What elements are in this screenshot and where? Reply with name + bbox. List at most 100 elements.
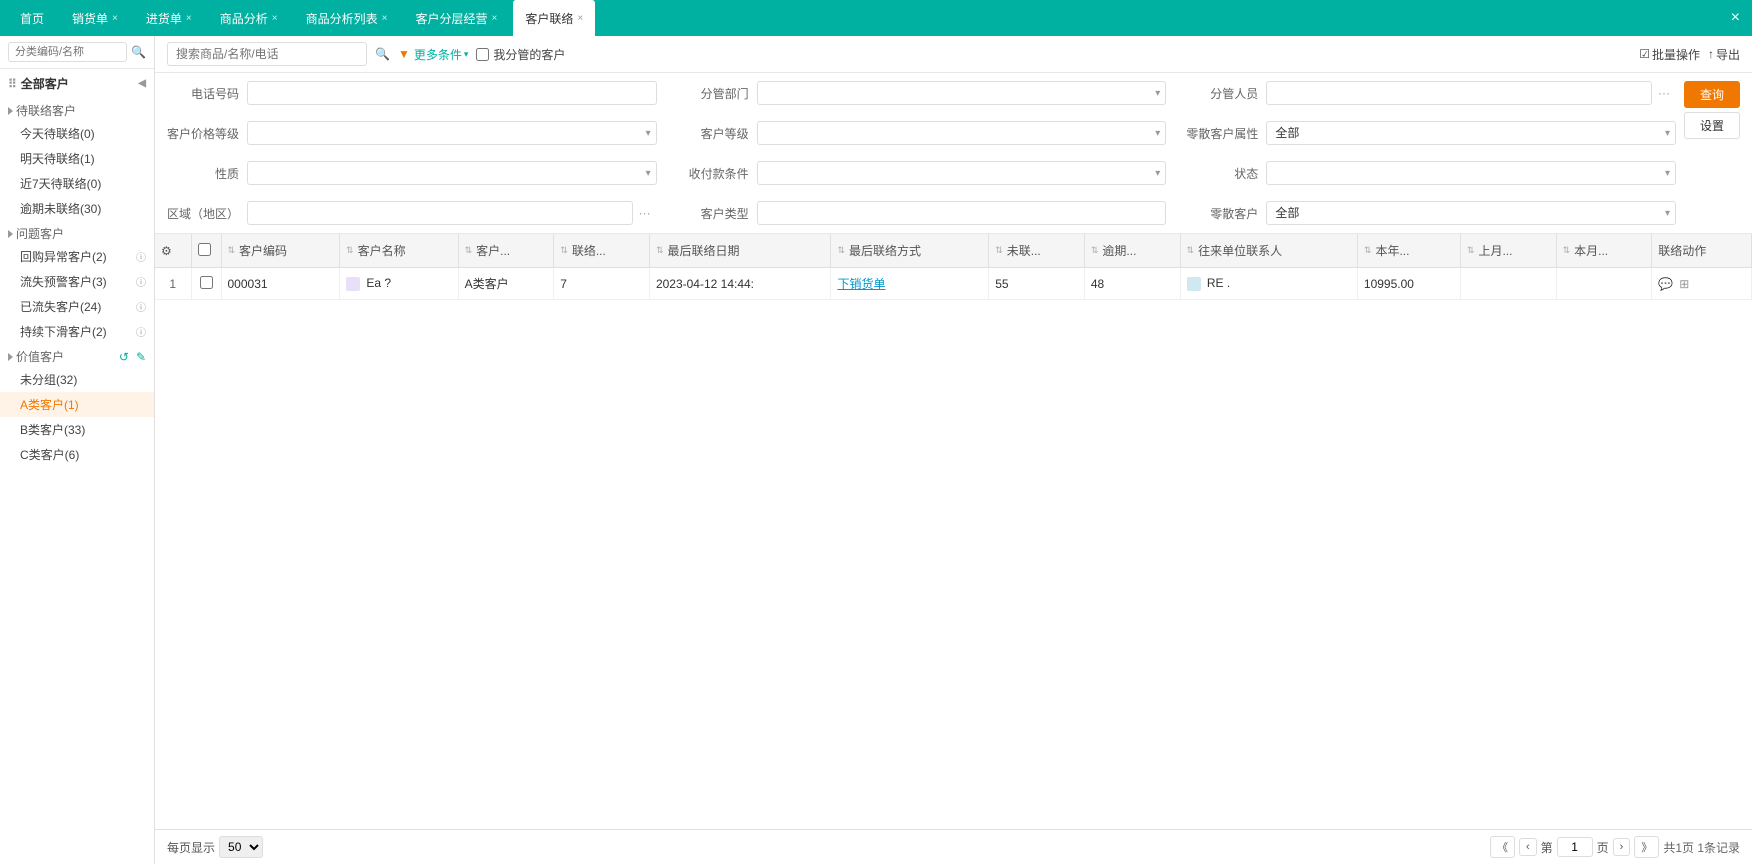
customer-type-input[interactable]	[757, 201, 1167, 225]
customer-type-field: 客户类型	[677, 201, 1167, 225]
nav-product-analysis[interactable]: 商品分析 ×	[208, 0, 290, 36]
sidebar-item-churned[interactable]: 已流失客户(24) ⓘ	[0, 294, 154, 319]
page-number-input[interactable]	[1557, 837, 1593, 857]
manager-more-btn[interactable]: ···	[1652, 82, 1676, 104]
nav-customer-contact[interactable]: 客户联络 ×	[513, 0, 595, 36]
settings-button[interactable]: 设置	[1684, 112, 1740, 139]
customer-avatar	[346, 277, 360, 291]
advanced-filter-panel: 电话号码 分管部门 ▾ 分管人员	[155, 73, 1752, 234]
row-checkbox[interactable]	[200, 276, 213, 289]
close-segment-tab[interactable]: ×	[491, 13, 497, 24]
customer-type-label: 客户类型	[677, 205, 757, 222]
nav-purchase[interactable]: 进货单 ×	[134, 0, 204, 36]
prev-page-btn[interactable]: ‹	[1519, 838, 1537, 856]
nav-home[interactable]: 首页	[8, 0, 56, 36]
retail-attr-select-container: 全部 ▾	[1266, 121, 1676, 145]
payment-select[interactable]	[757, 161, 1167, 185]
phone-input[interactable]	[247, 81, 657, 105]
dept-select[interactable]	[757, 81, 1167, 105]
select-all-checkbox[interactable]	[198, 243, 211, 256]
last-page-btn[interactable]: 》	[1634, 836, 1659, 858]
nature-label: 性质	[167, 165, 247, 182]
sidebar-item-tomorrow[interactable]: 明天待联络(1)	[0, 146, 154, 171]
nature-select[interactable]	[247, 161, 657, 185]
first-page-btn[interactable]: 《	[1490, 836, 1515, 858]
sidebar-search-input[interactable]	[8, 42, 127, 62]
nav-product-analysis-list[interactable]: 商品分析列表 ×	[294, 0, 400, 36]
close-contact-tab[interactable]: ×	[577, 13, 583, 24]
next-page-btn[interactable]: ›	[1613, 838, 1631, 856]
more-conditions-btn[interactable]: ▼ 更多条件 ▾	[398, 46, 468, 63]
dots-icon: ⠿	[8, 77, 17, 91]
col-customer-type: ⇅客户...	[458, 234, 554, 268]
status-field: 状态 ▾	[1186, 161, 1676, 185]
row-uncontacted: 55	[989, 268, 1085, 300]
batch-operation-btn[interactable]: ☑ 批量操作	[1639, 46, 1700, 63]
gear-icon[interactable]: ⚙	[161, 244, 172, 258]
retail-attr-field: 零散客户属性 全部 ▾	[1186, 121, 1676, 145]
row-checkbox-cell	[191, 268, 221, 300]
sidebar-search-icon[interactable]: 🔍	[131, 45, 146, 59]
problem-group-label: 问题客户	[0, 221, 154, 244]
dept-field: 分管部门 ▾	[677, 81, 1167, 105]
contact-type-link[interactable]: 下销货单	[837, 277, 885, 291]
pending-group-label: 待联络客户	[0, 98, 154, 121]
price-grade-select[interactable]	[247, 121, 657, 145]
all-customers-header[interactable]: ⠿ 全部客户 ◀	[0, 69, 154, 98]
grid-icon[interactable]: ⊞	[1679, 277, 1689, 291]
manager-input[interactable]	[1266, 81, 1652, 105]
refresh-icon[interactable]: ↺	[119, 350, 129, 364]
sidebar-item-c-class[interactable]: C类客户(6)	[0, 442, 154, 467]
chevron-down-icon: ▾	[464, 49, 469, 60]
retail-attr-select[interactable]: 全部	[1266, 121, 1676, 145]
main-layout: 🔍 ⠿ 全部客户 ◀ 待联络客户 今天待联络(0) 明天待联络(1) 近7天待联…	[0, 36, 1752, 864]
all-customers-label: 全部客户	[21, 75, 69, 92]
nature-select-container: ▾	[247, 161, 657, 185]
region-more-btn[interactable]: ···	[633, 202, 657, 224]
col-this-year: ⇅本年...	[1357, 234, 1460, 268]
close-product-analysis-tab[interactable]: ×	[272, 13, 278, 24]
nav-customer-segment[interactable]: 客户分层经营 ×	[403, 0, 509, 36]
filter-search-button[interactable]: 🔍	[375, 47, 390, 61]
message-icon[interactable]: 💬	[1658, 277, 1673, 291]
close-all-tabs[interactable]: ×	[1731, 9, 1740, 27]
close-purchase-tab[interactable]: ×	[186, 13, 192, 24]
close-sales-tab[interactable]: ×	[112, 13, 118, 24]
my-customers-checkbox[interactable]	[476, 48, 489, 61]
sidebar-item-b-class[interactable]: B类客户(33)	[0, 417, 154, 442]
contact-person-avatar	[1187, 277, 1201, 291]
edit-icon[interactable]: ✎	[136, 350, 146, 364]
retail-customer-select-container: 全部 ▾	[1266, 201, 1676, 225]
info-icon4: ⓘ	[136, 324, 146, 339]
customer-grade-select[interactable]	[757, 121, 1167, 145]
row-this-month	[1556, 268, 1652, 300]
sidebar-item-abnormal[interactable]: 回购异常客户(2) ⓘ	[0, 244, 154, 269]
total-records-label: 共1页 1条记录	[1663, 839, 1740, 856]
my-customers-checkbox-label[interactable]: 我分管的客户	[476, 46, 565, 63]
sidebar-item-ungrouped[interactable]: 未分组(32)	[0, 367, 154, 392]
customer-table: ⚙ ⇅客户编码 ⇅客户名称 ⇅客户...	[155, 234, 1752, 300]
retail-customer-select[interactable]: 全部	[1266, 201, 1676, 225]
status-select[interactable]	[1266, 161, 1676, 185]
nav-sales[interactable]: 销货单 ×	[60, 0, 130, 36]
sidebar-item-today[interactable]: 今天待联络(0)	[0, 121, 154, 146]
row-last-contact-date: 2023-04-12 14:44:	[649, 268, 831, 300]
export-btn[interactable]: ↑ 导出	[1708, 46, 1740, 63]
col-contact: ⇅联络...	[554, 234, 650, 268]
sidebar-item-declining[interactable]: 持续下滑客户(2) ⓘ	[0, 319, 154, 344]
sidebar-item-overdue[interactable]: 逾期未联络(30)	[0, 196, 154, 221]
row-last-contact-type: 下销货单	[831, 268, 989, 300]
close-product-list-tab[interactable]: ×	[382, 13, 388, 24]
sidebar-item-churn-warning[interactable]: 流失预警客户(3) ⓘ	[0, 269, 154, 294]
query-button[interactable]: 查询	[1684, 81, 1740, 108]
region-input[interactable]	[247, 201, 633, 225]
sidebar-item-a-class[interactable]: A类客户(1)	[0, 392, 154, 417]
filter-actions: ☑ 批量操作 ↑ 导出	[1639, 46, 1740, 63]
price-grade-label: 客户价格等级	[167, 125, 247, 142]
filter-search-input[interactable]	[167, 42, 367, 66]
data-table-container: ⚙ ⇅客户编码 ⇅客户名称 ⇅客户...	[155, 234, 1752, 829]
filter-row-2: 客户价格等级 ▾ 客户等级 ▾	[167, 121, 1676, 145]
page-size-select[interactable]: 50	[219, 836, 263, 858]
sidebar-item-7days[interactable]: 近7天待联络(0)	[0, 171, 154, 196]
filter-icon: ▼	[398, 47, 410, 61]
